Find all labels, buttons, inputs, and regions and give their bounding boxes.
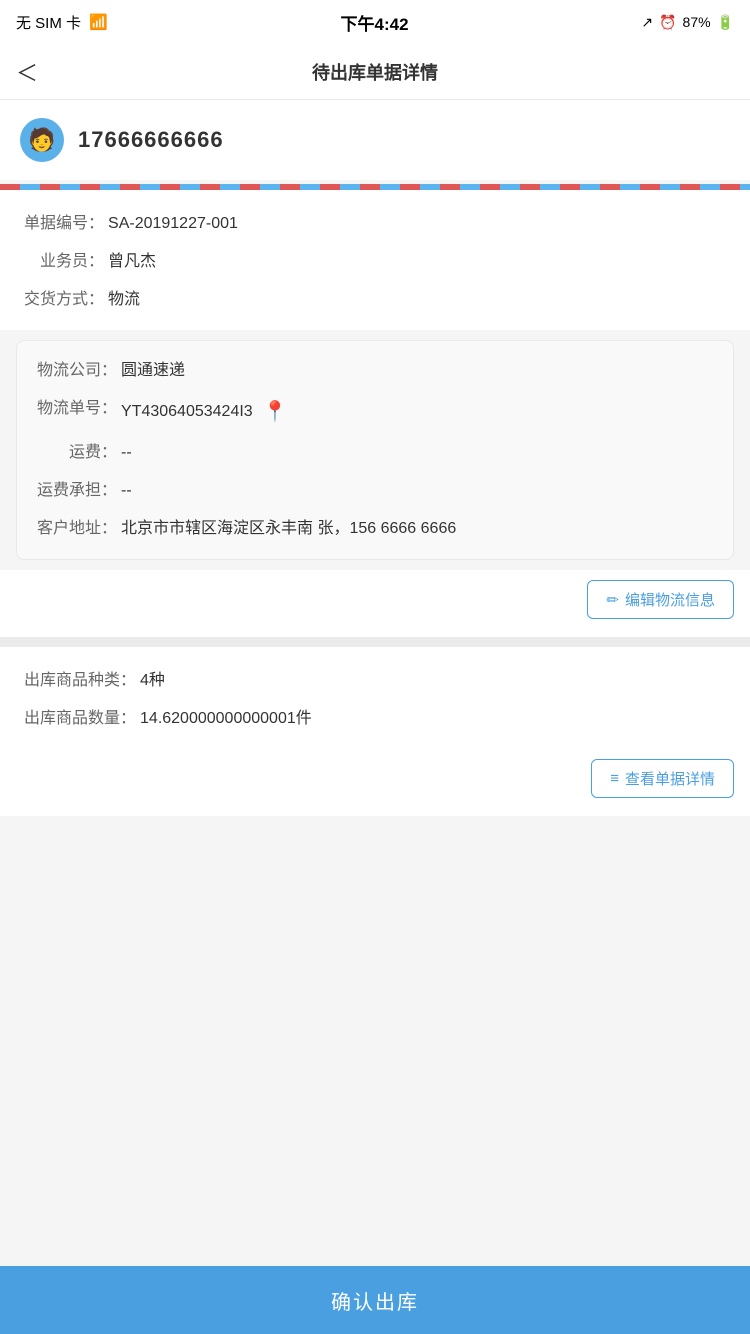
back-button[interactable]: ＜	[8, 48, 46, 96]
goods-type-value: 4种	[140, 669, 726, 693]
edit-logistics-button[interactable]: ✏ 编辑物流信息	[587, 580, 734, 619]
document-label: 单据编号：	[24, 212, 104, 236]
logistics-tracking-value: YT43064053424I3	[121, 400, 253, 424]
location-icon[interactable]: 📍	[263, 397, 288, 427]
logistics-tracking-label: 物流单号：	[37, 397, 117, 421]
freight-bear-label: 运费承担：	[37, 479, 117, 503]
battery-icon: 🔋	[717, 14, 734, 31]
customer-header: 🧑 17666666666	[0, 100, 750, 180]
bottom-spacer	[0, 816, 750, 936]
customer-phone: 17666666666	[78, 127, 224, 153]
goods-type-row: 出库商品种类： 4种	[24, 669, 726, 693]
document-value: SA-20191227-001	[108, 212, 726, 236]
address-value: 北京市市辖区海淀区永丰南 张，156 6666 6666	[121, 517, 713, 541]
logistics-company-value: 圆通速递	[121, 359, 713, 383]
logistics-company-label: 物流公司：	[37, 359, 117, 383]
salesman-label: 业务员：	[24, 250, 104, 274]
goods-type-label: 出库商品种类：	[24, 669, 136, 693]
address-row: 客户地址： 北京市市辖区海淀区永丰南 张，156 6666 6666	[37, 517, 713, 541]
document-row: 单据编号： SA-20191227-001	[24, 212, 726, 236]
location-status-icon: ↗	[641, 14, 653, 31]
view-detail-button[interactable]: ≡ 查看单据详情	[591, 759, 734, 798]
battery-text: 87%	[683, 14, 711, 30]
confirm-btn-bar[interactable]: 确认出库	[0, 1266, 750, 1334]
order-info-section: 单据编号： SA-20191227-001 业务员： 曾凡杰 交货方式： 物流	[0, 190, 750, 330]
nav-bar: ＜ 待出库单据详情	[0, 44, 750, 100]
view-detail-label: 查看单据详情	[625, 768, 715, 789]
address-label: 客户地址：	[37, 517, 117, 541]
freight-row: 运费： --	[37, 441, 713, 465]
wifi-icon: 📶	[89, 13, 108, 31]
salesman-row: 业务员： 曾凡杰	[24, 250, 726, 274]
edit-icon: ✏	[606, 591, 619, 609]
freight-label: 运费：	[37, 441, 117, 465]
freight-bear-row: 运费承担： --	[37, 479, 713, 503]
logistics-tracking-row: 物流单号： YT43064053424I3 📍	[37, 397, 713, 427]
view-detail-row: ≡ 查看单据详情	[0, 749, 750, 816]
freight-bear-value: --	[121, 479, 713, 503]
avatar-icon: 🧑	[28, 127, 55, 153]
logistics-num-container: YT43064053424I3 📍	[121, 397, 288, 427]
confirm-btn-text: 确认出库	[331, 1286, 419, 1315]
page-title: 待出库单据详情	[312, 59, 438, 85]
section-divider	[0, 637, 750, 647]
goods-quantity-row: 出库商品数量： 14.620000000000001件	[24, 707, 726, 731]
logistics-company-row: 物流公司： 圆通速递	[37, 359, 713, 383]
goods-quantity-label: 出库商品数量：	[24, 707, 136, 731]
logistics-card: 物流公司： 圆通速递 物流单号： YT43064053424I3 📍 运费： -…	[16, 340, 734, 560]
freight-value: --	[121, 441, 713, 465]
edit-btn-row: ✏ 编辑物流信息	[0, 570, 750, 637]
salesman-value: 曾凡杰	[108, 250, 726, 274]
status-time: 下午4:42	[341, 10, 409, 35]
delivery-value: 物流	[108, 288, 726, 312]
delivery-row: 交货方式： 物流	[24, 288, 726, 312]
view-detail-icon: ≡	[610, 770, 619, 787]
status-left: 无 SIM 卡 📶	[16, 12, 108, 33]
status-right: ↗ ⏰ 87% 🔋	[641, 14, 734, 31]
goods-quantity-value: 14.620000000000001件	[140, 707, 726, 731]
carrier-text: 无 SIM 卡	[16, 12, 81, 33]
alarm-icon: ⏰	[659, 14, 676, 31]
avatar: 🧑	[20, 118, 64, 162]
edit-logistics-label: 编辑物流信息	[625, 589, 715, 610]
delivery-label: 交货方式：	[24, 288, 104, 312]
status-bar: 无 SIM 卡 📶 下午4:42 ↗ ⏰ 87% 🔋	[0, 0, 750, 44]
goods-section: 出库商品种类： 4种 出库商品数量： 14.620000000000001件	[0, 647, 750, 749]
